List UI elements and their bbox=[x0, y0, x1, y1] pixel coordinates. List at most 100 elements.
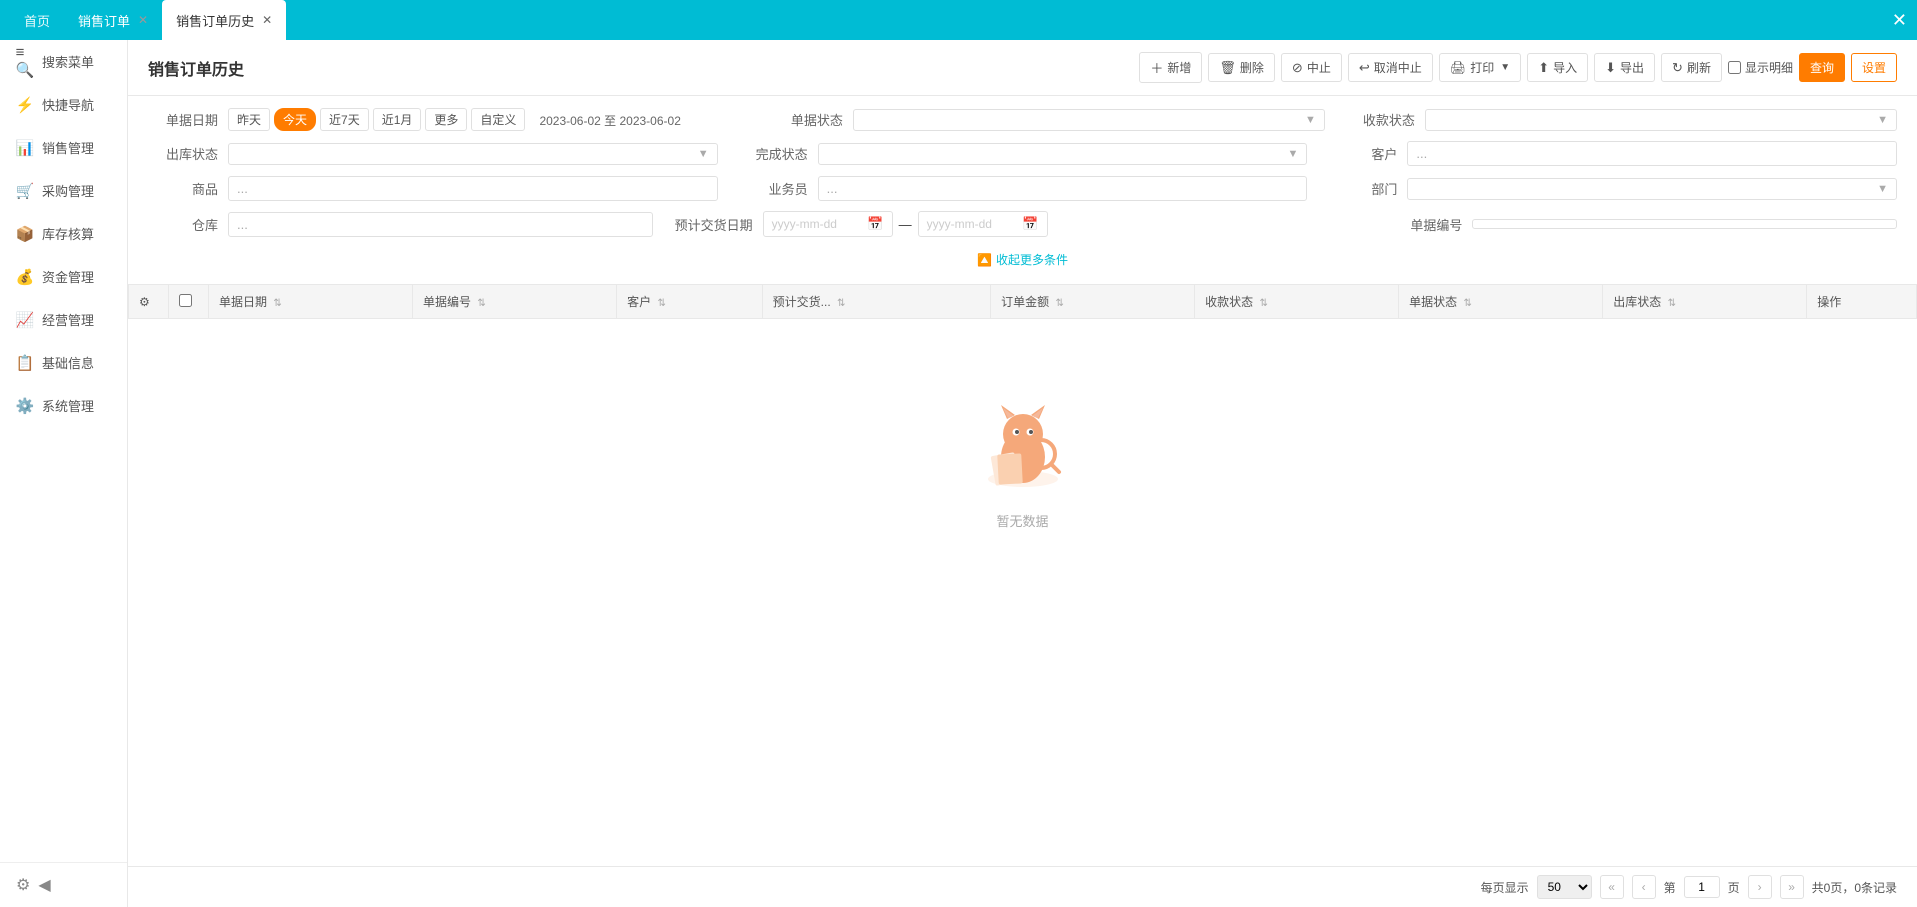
refresh-button[interactable]: ↻ 刷新 bbox=[1661, 53, 1722, 82]
sort-outbound-status-icon: ⇅ bbox=[1668, 298, 1676, 309]
date-1month[interactable]: 近1月 bbox=[373, 108, 422, 131]
th-checkbox[interactable] bbox=[169, 285, 209, 319]
calendar-start-icon: 📅 bbox=[867, 216, 883, 232]
sidebar-item-stock-calc[interactable]: 📦 库存核算 bbox=[0, 212, 127, 255]
tab-sales-order-history[interactable]: 销售订单历史 ✕ bbox=[162, 0, 286, 40]
th-operation-label: 操作 bbox=[1817, 295, 1841, 309]
outbound-status-arrow-icon: ▼ bbox=[698, 148, 709, 160]
next-page-icon: › bbox=[1758, 880, 1762, 894]
order-status-select[interactable]: ▼ bbox=[853, 109, 1325, 131]
table-body: 暂无数据 bbox=[129, 319, 1917, 611]
filter-row-3: 商品 ... 业务员 ... 部门 ▼ bbox=[148, 176, 1897, 201]
data-table: ⚙ 单据日期 ⇅ 单据编号 ⇅ 客户 ⇅ bbox=[128, 284, 1917, 610]
sidebar-item-search-menu[interactable]: ≡🔍 搜索菜单 bbox=[0, 40, 127, 83]
select-all-checkbox[interactable] bbox=[179, 294, 192, 307]
payment-status-select[interactable]: ▼ bbox=[1425, 109, 1897, 131]
date-label: 单据日期 bbox=[148, 110, 228, 129]
page-number-input[interactable] bbox=[1684, 876, 1720, 898]
date-custom[interactable]: 自定义 bbox=[471, 108, 525, 131]
sort-payment-status-icon: ⇅ bbox=[1259, 298, 1267, 309]
new-button[interactable]: ＋ 新增 bbox=[1139, 52, 1202, 83]
th-payment-status[interactable]: 收款状态 ⇅ bbox=[1195, 285, 1399, 319]
window-close-button[interactable]: ✕ bbox=[1892, 10, 1907, 31]
date-today[interactable]: 今天 bbox=[274, 108, 316, 131]
calendar-end-icon: 📅 bbox=[1022, 216, 1038, 232]
sidebar-item-quick-nav[interactable]: ⚡ 快捷导航 bbox=[0, 83, 127, 126]
cancel-stop-button[interactable]: ↩ 取消中止 bbox=[1348, 53, 1433, 82]
date-more[interactable]: 更多 bbox=[425, 108, 467, 131]
prev-page-icon: ‹ bbox=[1642, 880, 1646, 894]
th-amount[interactable]: 订单金额 ⇅ bbox=[991, 285, 1195, 319]
sidebar-item-ops-mgmt[interactable]: 📈 经营管理 bbox=[0, 298, 127, 341]
page-size-select[interactable]: 50 10 20 100 bbox=[1537, 875, 1592, 899]
th-date[interactable]: 单据日期 ⇅ bbox=[209, 285, 413, 319]
filter-row-2: 出库状态 ▼ 完成状态 ▼ 客户 ... bbox=[148, 141, 1897, 166]
th-date-label: 单据日期 bbox=[219, 295, 267, 309]
sidebar-item-finance-mgmt-label: 资金管理 bbox=[42, 267, 94, 286]
empty-state: 暂无数据 bbox=[129, 319, 1917, 610]
th-order-status[interactable]: 单据状态 ⇅ bbox=[1399, 285, 1603, 319]
th-delivery[interactable]: 预计交货... ⇅ bbox=[762, 285, 990, 319]
settings-button[interactable]: 设置 bbox=[1851, 53, 1897, 82]
outbound-status-label: 出库状态 bbox=[148, 144, 228, 163]
product-input[interactable]: ... bbox=[228, 176, 718, 201]
import-button[interactable]: ⬆ 导入 bbox=[1527, 53, 1588, 82]
sidebar-item-sys-mgmt[interactable]: ⚙️ 系统管理 bbox=[0, 384, 127, 427]
collapse-sidebar-icon[interactable]: ◀ bbox=[38, 875, 50, 895]
th-customer-label: 客户 bbox=[627, 295, 651, 309]
date-range-display: 2023-06-02 至 2023-06-02 bbox=[539, 112, 680, 129]
show-columns-checkbox[interactable] bbox=[1728, 61, 1741, 74]
salesperson-input[interactable]: ... bbox=[818, 176, 1308, 201]
export-button[interactable]: ⬇ 导出 bbox=[1594, 53, 1655, 82]
purchase-mgmt-icon: 🛒 bbox=[16, 182, 34, 200]
delivery-date-start[interactable]: yyyy-mm-dd 📅 bbox=[763, 211, 893, 237]
first-page-button[interactable]: « bbox=[1600, 875, 1624, 899]
delivery-date-range: yyyy-mm-dd 📅 — yyyy-mm-dd 📅 bbox=[763, 211, 1373, 237]
outbound-status-select[interactable]: ▼ bbox=[228, 143, 718, 165]
sidebar-item-basic-info[interactable]: 📋 基础信息 bbox=[0, 341, 127, 384]
delivery-date-end[interactable]: yyyy-mm-dd 📅 bbox=[918, 211, 1048, 237]
sidebar-item-finance-mgmt[interactable]: 💰 资金管理 bbox=[0, 255, 127, 298]
th-customer[interactable]: 客户 ⇅ bbox=[617, 285, 763, 319]
warehouse-input[interactable]: ... bbox=[228, 212, 653, 237]
sort-amount-icon: ⇅ bbox=[1055, 298, 1063, 309]
tab-home[interactable]: 首页 bbox=[10, 0, 64, 40]
last-page-button[interactable]: » bbox=[1780, 875, 1804, 899]
tab-sales-order-close[interactable]: ✕ bbox=[138, 13, 148, 27]
sidebar-item-sales-mgmt[interactable]: 📊 销售管理 bbox=[0, 126, 127, 169]
quick-nav-icon: ⚡ bbox=[16, 96, 34, 114]
collapse-more[interactable]: 🔼 收起更多条件 bbox=[148, 247, 1897, 272]
tab-sales-order-history-close[interactable]: ✕ bbox=[262, 13, 272, 27]
prev-page-button[interactable]: ‹ bbox=[1632, 875, 1656, 899]
department-select[interactable]: ▼ bbox=[1407, 178, 1897, 200]
tab-sales-order-label: 销售订单 bbox=[78, 11, 130, 30]
import-label: 导入 bbox=[1553, 59, 1577, 76]
completion-status-select[interactable]: ▼ bbox=[818, 143, 1308, 165]
print-button[interactable]: 🖨 打印 ▼ bbox=[1439, 53, 1521, 82]
date-dash: — bbox=[899, 217, 912, 232]
date-yesterday[interactable]: 昨天 bbox=[228, 108, 270, 131]
show-columns-checkbox-label[interactable]: 显示明细 bbox=[1728, 59, 1793, 76]
sidebar-item-quick-nav-label: 快捷导航 bbox=[42, 95, 94, 114]
settings-bottom-icon[interactable]: ⚙ bbox=[16, 875, 30, 895]
query-button[interactable]: 查询 bbox=[1799, 53, 1845, 82]
th-no[interactable]: 单据编号 ⇅ bbox=[413, 285, 617, 319]
sidebar-item-purchase-mgmt[interactable]: 🛒 采购管理 bbox=[0, 169, 127, 212]
customer-input[interactable]: ... bbox=[1407, 141, 1897, 166]
th-outbound-status[interactable]: 出库状态 ⇅ bbox=[1603, 285, 1807, 319]
next-page-button[interactable]: › bbox=[1748, 875, 1772, 899]
refresh-label: 刷新 bbox=[1687, 59, 1711, 76]
sort-delivery-icon: ⇅ bbox=[837, 298, 845, 309]
order-no-input[interactable] bbox=[1472, 219, 1897, 229]
customer-dots: ... bbox=[1416, 146, 1427, 161]
product-label: 商品 bbox=[148, 179, 228, 198]
sort-customer-icon: ⇅ bbox=[657, 298, 665, 309]
last-page-icon: » bbox=[1788, 880, 1795, 894]
tab-sales-order[interactable]: 销售订单 ✕ bbox=[64, 0, 162, 40]
date-7days[interactable]: 近7天 bbox=[320, 108, 369, 131]
th-settings[interactable]: ⚙ bbox=[129, 285, 169, 319]
filter-row-4: 仓库 ... 预计交货日期 yyyy-mm-dd 📅 — yyyy-mm-dd … bbox=[148, 211, 1897, 237]
delete-button[interactable]: 🗑 删除 bbox=[1208, 53, 1275, 82]
stop-button[interactable]: ⊘ 中止 bbox=[1281, 53, 1342, 82]
export-label: 导出 bbox=[1620, 59, 1644, 76]
